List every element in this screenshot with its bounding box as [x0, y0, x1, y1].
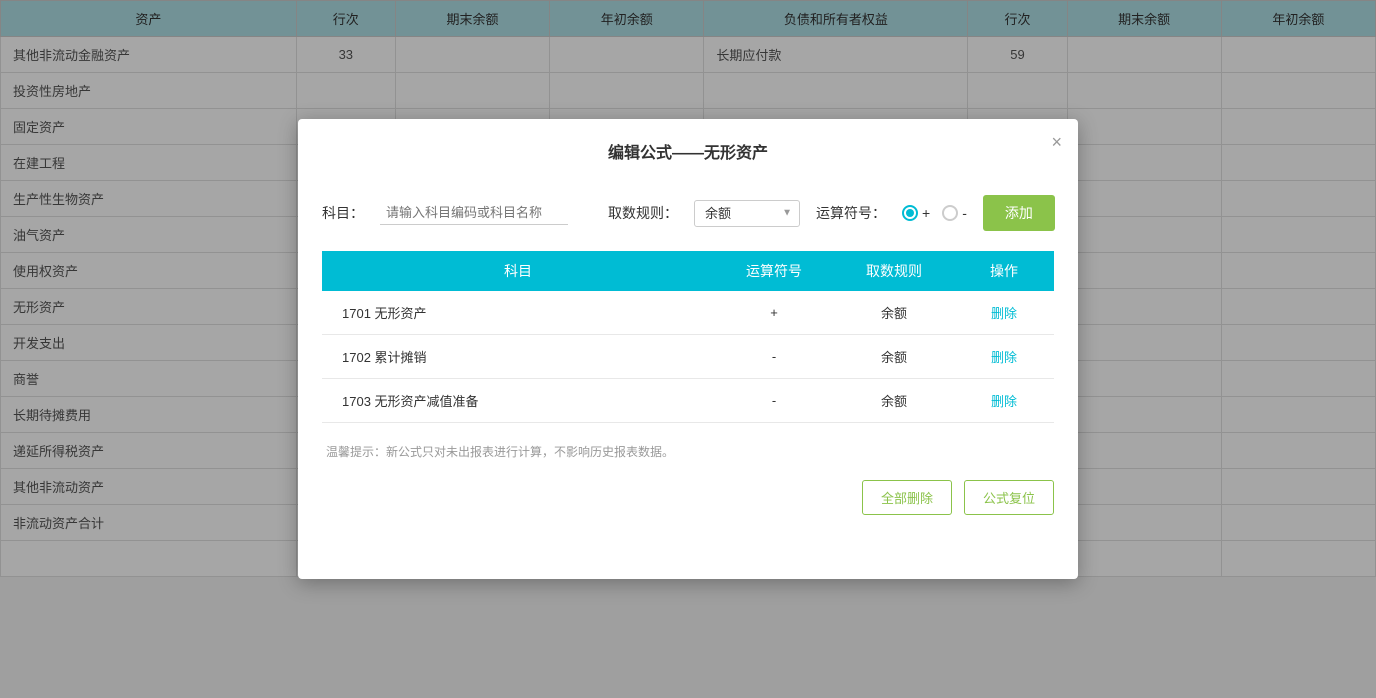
modal-header: 编辑公式——无形资产 ×	[298, 119, 1078, 179]
operator-label: 运算符号：	[816, 203, 886, 223]
formula-rule: 余额	[834, 335, 954, 379]
subject-label: 科目：	[322, 203, 364, 223]
operator-plus-label: +	[922, 205, 930, 221]
radio-plus-circle	[902, 205, 918, 221]
th-operator: 运算符号	[714, 251, 834, 291]
modal-footer: 全部删除 公式复位	[298, 480, 1078, 535]
th-action: 操作	[954, 251, 1054, 291]
formula-subject: 1703 无形资产减值准备	[322, 379, 714, 423]
warning-text: 温馨提示：新公式只对未出报表进行计算，不影响历史报表数据。	[322, 443, 1054, 460]
formula-table: 科目 运算符号 取数规则 操作 1701 无形资产+余额删除1702 累计摊销-…	[322, 251, 1054, 423]
formula-row: 1703 无形资产减值准备-余额 删除	[322, 379, 1054, 423]
rule-select[interactable]: 余额 借方 贷方 借方发生额 贷方发生额	[694, 200, 800, 227]
delete-all-button[interactable]: 全部删除	[862, 480, 952, 515]
modal-body: 科目： 取数规则： 余额 借方 贷方 借方发生额 贷方发生额 ▼	[298, 179, 1078, 480]
formula-subject: 1702 累计摊销	[322, 335, 714, 379]
formula-action: 删除	[954, 335, 1054, 379]
formula-row: 1702 累计摊销-余额 删除	[322, 335, 1054, 379]
operator-minus-radio[interactable]: -	[942, 205, 967, 221]
formula-action: 删除	[954, 379, 1054, 423]
th-subject: 科目	[322, 251, 714, 291]
operator-minus-label: -	[962, 205, 967, 221]
delete-link[interactable]: 删除	[991, 394, 1017, 409]
modal-title: 编辑公式——无形资产	[608, 145, 768, 162]
formula-action: 删除	[954, 291, 1054, 335]
formula-subject: 1701 无形资产	[322, 291, 714, 335]
close-button[interactable]: ×	[1051, 133, 1062, 151]
formula-operator: +	[714, 291, 834, 335]
subject-input[interactable]	[380, 201, 568, 225]
delete-link[interactable]: 删除	[991, 306, 1017, 321]
delete-link[interactable]: 删除	[991, 350, 1017, 365]
formula-operator: -	[714, 335, 834, 379]
formula-rule: 余额	[834, 291, 954, 335]
page-wrapper: 资产 行次 期末余额 年初余额 负债和所有者权益 行次 期末余额 年初余额 其他…	[0, 0, 1376, 698]
operator-radio-group: + -	[902, 205, 967, 221]
rule-label: 取数规则：	[608, 203, 678, 223]
reset-button[interactable]: 公式复位	[964, 480, 1054, 515]
formula-form: 科目： 取数规则： 余额 借方 贷方 借方发生额 贷方发生额 ▼	[322, 195, 1054, 231]
formula-rule: 余额	[834, 379, 954, 423]
modal-dialog: 编辑公式——无形资产 × 科目： 取数规则： 余额 借方 贷方 借方发	[298, 119, 1078, 579]
modal-overlay: 编辑公式——无形资产 × 科目： 取数规则： 余额 借方 贷方 借方发	[0, 0, 1376, 698]
th-rule: 取数规则	[834, 251, 954, 291]
add-button[interactable]: 添加	[983, 195, 1055, 231]
radio-minus-circle	[942, 205, 958, 221]
formula-row: 1701 无形资产+余额 删除	[322, 291, 1054, 335]
formula-operator: -	[714, 379, 834, 423]
operator-plus-radio[interactable]: +	[902, 205, 930, 221]
rule-select-wrapper: 余额 借方 贷方 借方发生额 贷方发生额 ▼	[694, 200, 800, 227]
